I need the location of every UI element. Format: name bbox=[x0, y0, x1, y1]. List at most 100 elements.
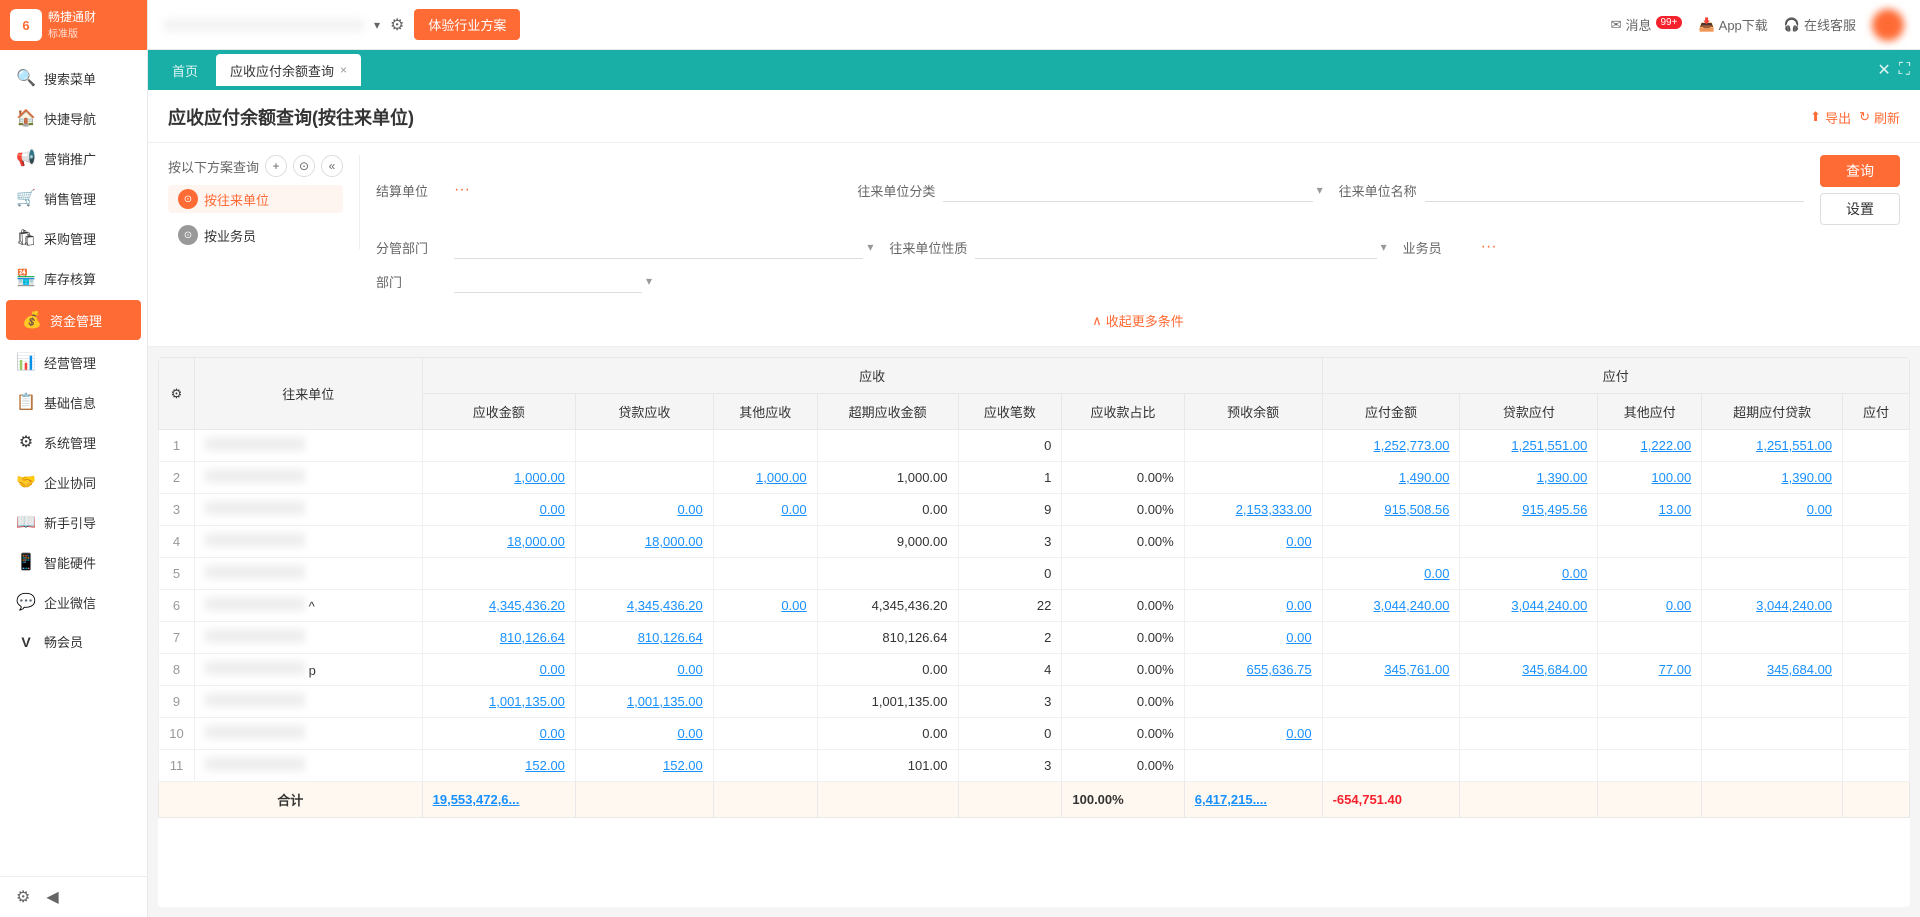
user-avatar[interactable] bbox=[1872, 9, 1904, 41]
row-ar-other[interactable] bbox=[713, 750, 817, 782]
row-ar-prepaid[interactable] bbox=[1184, 558, 1322, 590]
row-ap-amount[interactable] bbox=[1322, 686, 1460, 718]
dept-manager-input[interactable] bbox=[454, 235, 863, 259]
row-ar-other[interactable]: 1,000.00 bbox=[713, 462, 817, 494]
sidebar-item-search[interactable]: 🔍 搜索菜单 bbox=[0, 58, 147, 98]
messages-btn[interactable]: ✉ 消息 99+ bbox=[1611, 15, 1683, 34]
row-ar-loan[interactable]: 0.00 bbox=[575, 494, 713, 526]
row-ar-prepaid[interactable]: 0.00 bbox=[1184, 590, 1322, 622]
edit-schema-btn[interactable]: ⊙ bbox=[293, 155, 315, 177]
row-ap-amount[interactable]: 1,490.00 bbox=[1322, 462, 1460, 494]
row-ar-loan[interactable]: 18,000.00 bbox=[575, 526, 713, 558]
row-ar-prepaid[interactable]: 0.00 bbox=[1184, 718, 1322, 750]
row-ap-other[interactable] bbox=[1598, 750, 1702, 782]
row-ar-prepaid[interactable] bbox=[1184, 750, 1322, 782]
row-ar-loan[interactable]: 152.00 bbox=[575, 750, 713, 782]
row-ar-loan[interactable]: 1,001,135.00 bbox=[575, 686, 713, 718]
sidebar-item-wechat[interactable]: 💬 企业微信 bbox=[0, 582, 147, 622]
row-ap-other[interactable] bbox=[1598, 686, 1702, 718]
row-ar-amount[interactable]: 152.00 bbox=[422, 750, 575, 782]
row-ar-other[interactable]: 0.00 bbox=[713, 494, 817, 526]
row-ap-loan[interactable] bbox=[1460, 718, 1598, 750]
sidebar-item-system[interactable]: ⚙ 系统管理 bbox=[0, 422, 147, 462]
row-ap-loan[interactable]: 345,684.00 bbox=[1460, 654, 1598, 686]
row-ar-amount[interactable]: 1,000.00 bbox=[422, 462, 575, 494]
row-ap-overdue[interactable]: 1,251,551.00 bbox=[1702, 430, 1843, 462]
tab-close-icon[interactable]: × bbox=[340, 63, 347, 77]
close-window-icon[interactable]: ✕ bbox=[1877, 60, 1890, 80]
row-ar-other[interactable] bbox=[713, 526, 817, 558]
row-ap-overdue[interactable]: 345,684.00 bbox=[1702, 654, 1843, 686]
refresh-btn[interactable]: ↻ 刷新 bbox=[1859, 108, 1900, 127]
row-ar-loan[interactable]: 810,126.64 bbox=[575, 622, 713, 654]
row-ap-loan[interactable] bbox=[1460, 526, 1598, 558]
row-ap-loan[interactable] bbox=[1460, 622, 1598, 654]
sidebar-item-finance[interactable]: 💰 资金管理 bbox=[6, 300, 141, 340]
row-ap-loan[interactable]: 915,495.56 bbox=[1460, 494, 1598, 526]
category-input[interactable] bbox=[943, 178, 1312, 202]
schema-option-salesperson[interactable]: ⊙ 按业务员 bbox=[168, 221, 343, 249]
service-btn[interactable]: 🎧 在线客服 bbox=[1784, 15, 1856, 34]
sidebar-item-management[interactable]: 📊 经营管理 bbox=[0, 342, 147, 382]
row-ar-amount[interactable]: 1,001,135.00 bbox=[422, 686, 575, 718]
query-button[interactable]: 查询 bbox=[1820, 155, 1900, 187]
solution-btn[interactable]: 体验行业方案 bbox=[414, 9, 520, 40]
row-ar-other[interactable] bbox=[713, 622, 817, 654]
settlement-dots[interactable]: ··· bbox=[454, 181, 470, 199]
row-ar-loan[interactable]: 4,345,436.20 bbox=[575, 590, 713, 622]
row-ap-loan[interactable] bbox=[1460, 686, 1598, 718]
row-ap-loan[interactable]: 1,390.00 bbox=[1460, 462, 1598, 494]
nature-arrow-icon[interactable]: ▾ bbox=[1381, 240, 1387, 254]
row-ar-other[interactable] bbox=[713, 654, 817, 686]
sidebar-item-inventory[interactable]: 🏪 库存核算 bbox=[0, 258, 147, 298]
nature-input[interactable] bbox=[975, 235, 1376, 259]
row-ap-loan[interactable] bbox=[1460, 750, 1598, 782]
sidebar-item-hardware[interactable]: 📱 智能硬件 bbox=[0, 542, 147, 582]
sidebar-item-purchase[interactable]: 🛍 采购管理 bbox=[0, 218, 147, 258]
salesperson-dots[interactable]: ··· bbox=[1481, 238, 1497, 256]
schema-option-partner[interactable]: ⊙ 按往来单位 bbox=[168, 185, 343, 213]
row-ap-amount[interactable]: 3,044,240.00 bbox=[1322, 590, 1460, 622]
row-ap-overdue[interactable] bbox=[1702, 686, 1843, 718]
settings-icon[interactable]: ⚙ bbox=[390, 15, 404, 35]
row-ar-amount[interactable]: 0.00 bbox=[422, 718, 575, 750]
add-schema-btn[interactable]: + bbox=[265, 155, 287, 177]
row-ar-amount[interactable] bbox=[422, 558, 575, 590]
settings-button[interactable]: 设置 bbox=[1820, 193, 1900, 225]
row-ap-other[interactable] bbox=[1598, 622, 1702, 654]
sidebar-item-guide[interactable]: 📖 新手引导 bbox=[0, 502, 147, 542]
dept-arrow-icon[interactable]: ▾ bbox=[646, 274, 652, 288]
row-ar-amount[interactable]: 0.00 bbox=[422, 494, 575, 526]
row-ap-overdue[interactable] bbox=[1702, 622, 1843, 654]
row-ar-loan[interactable] bbox=[575, 462, 713, 494]
row-ap-amount[interactable]: 0.00 bbox=[1322, 558, 1460, 590]
row-ap-other[interactable]: 77.00 bbox=[1598, 654, 1702, 686]
row-ar-prepaid[interactable] bbox=[1184, 462, 1322, 494]
dept-manager-arrow-icon[interactable]: ▾ bbox=[867, 240, 873, 254]
row-ap-amount[interactable]: 1,252,773.00 bbox=[1322, 430, 1460, 462]
row-ar-amount[interactable] bbox=[422, 430, 575, 462]
category-arrow-icon[interactable]: ▾ bbox=[1317, 183, 1323, 197]
row-ap-loan[interactable]: 0.00 bbox=[1460, 558, 1598, 590]
tab-receivable[interactable]: 应收应付余额查询 × bbox=[216, 54, 361, 86]
sidebar-item-enterprise[interactable]: 🤝 企业协同 bbox=[0, 462, 147, 502]
row-ap-overdue[interactable] bbox=[1702, 526, 1843, 558]
row-ap-loan[interactable]: 1,251,551.00 bbox=[1460, 430, 1598, 462]
collapse-more-btn[interactable]: ∧ 收起更多条件 bbox=[376, 303, 1900, 334]
row-ar-loan[interactable]: 0.00 bbox=[575, 654, 713, 686]
row-ar-loan[interactable] bbox=[575, 558, 713, 590]
table-settings-header[interactable]: ⚙ bbox=[159, 358, 195, 430]
row-ap-other[interactable]: 100.00 bbox=[1598, 462, 1702, 494]
row-ap-overdue[interactable] bbox=[1702, 558, 1843, 590]
sidebar-item-sales[interactable]: 🛒 销售管理 bbox=[0, 178, 147, 218]
row-ap-other[interactable] bbox=[1598, 526, 1702, 558]
dept-input[interactable] bbox=[454, 269, 642, 293]
row-ar-loan[interactable]: 0.00 bbox=[575, 718, 713, 750]
row-ap-overdue[interactable] bbox=[1702, 718, 1843, 750]
settings-bottom-icon[interactable]: ⚙ bbox=[16, 887, 30, 907]
row-ar-amount[interactable]: 0.00 bbox=[422, 654, 575, 686]
row-ap-amount[interactable] bbox=[1322, 750, 1460, 782]
row-ap-amount[interactable] bbox=[1322, 526, 1460, 558]
row-ar-other[interactable] bbox=[713, 686, 817, 718]
row-ap-amount[interactable] bbox=[1322, 718, 1460, 750]
